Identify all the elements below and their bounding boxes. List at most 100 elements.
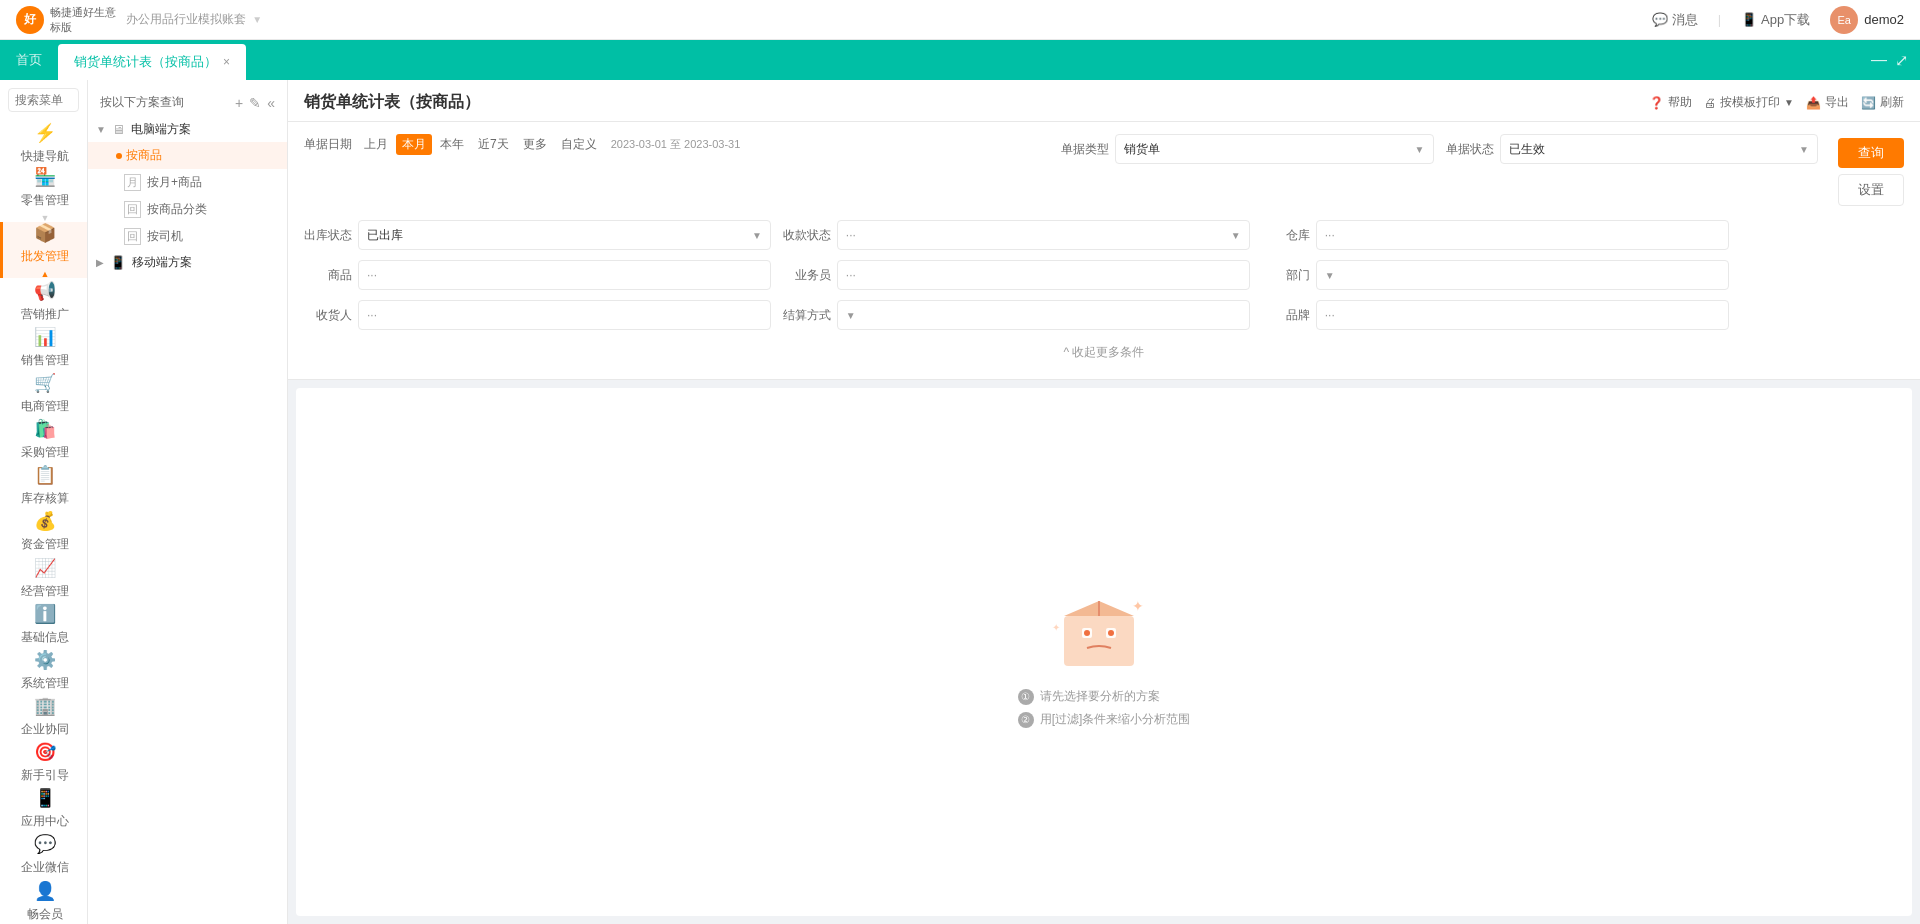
tab-close-icon[interactable]: × xyxy=(223,55,230,69)
sidebar-item-retail[interactable]: 🏪 零售管理 ▼ xyxy=(0,166,87,222)
empty-tip-2: ② 用[过滤]条件来缩小分析范围 xyxy=(1018,711,1191,728)
scheme-item-by-printer[interactable]: 回 按司机 xyxy=(88,223,287,250)
sidebar-item-system[interactable]: ⚙️ 系统管理 xyxy=(0,647,87,693)
product-control[interactable]: ··· xyxy=(358,260,771,290)
sidebar-item-basic[interactable]: ℹ️ 基础信息 xyxy=(0,601,87,647)
export-action[interactable]: 📤 导出 xyxy=(1806,94,1849,111)
logo-text-area: 畅捷通好生意 标版 xyxy=(50,5,116,34)
scheme-item-by-month-product[interactable]: 月 按月+商品 xyxy=(88,169,287,196)
content-area: 按以下方案查询 + ✎ « ▼ 🖥 电脑端方案 按商品 月 xyxy=(88,80,1920,924)
sidebar-item-wholesale[interactable]: 📦 批发管理 ▲ xyxy=(0,222,87,278)
user-area[interactable]: Ea demo2 xyxy=(1830,6,1904,34)
help-action[interactable]: ❓ 帮助 xyxy=(1649,94,1692,111)
receiver-value: ··· xyxy=(367,308,377,322)
printer-icon: 回 xyxy=(124,228,141,245)
pc-group-icon: 🖥 xyxy=(112,122,125,137)
settlement-control[interactable]: ▼ xyxy=(837,300,1250,330)
sidebar-item-finance[interactable]: 💰 资金管理 xyxy=(0,509,87,555)
receiptstatus-arrow: ▼ xyxy=(1231,230,1241,241)
sidebar-item-operations[interactable]: 📈 经营管理 xyxy=(0,555,87,601)
filter-salesman-item: 业务员 ··· xyxy=(783,260,1262,290)
scheme-add-btn[interactable]: + xyxy=(235,95,243,111)
date-tab-this-month[interactable]: 本月 xyxy=(396,134,432,155)
doctype-control[interactable]: 销货单 ▼ xyxy=(1115,134,1434,164)
doctype-arrow: ▼ xyxy=(1415,144,1425,155)
sidebar-item-marketing[interactable]: 📢 营销推广 xyxy=(0,278,87,324)
brand-control[interactable]: ··· xyxy=(1316,300,1729,330)
sidebar-search-area xyxy=(0,80,87,120)
scheme-panel: 按以下方案查询 + ✎ « ▼ 🖥 电脑端方案 按商品 月 xyxy=(88,80,288,924)
filter-row-1: 单据日期 上月 本月 本年 近7天 更多 自定义 2023-03-01 至 20… xyxy=(304,134,1904,210)
top-bar-left: 好 畅捷通好生意 标版 办公用品行业模拟账套 ▼ xyxy=(16,5,262,34)
app-name[interactable]: 办公用品行业模拟账套 ▼ xyxy=(126,11,262,28)
ecommerce-icon: 🛒 xyxy=(34,372,56,394)
tab-active[interactable]: 销货单统计表（按商品） × xyxy=(58,44,246,80)
month-icon: 月 xyxy=(124,174,141,191)
scheme-item-by-category[interactable]: 回 按商品分类 xyxy=(88,196,287,223)
scheme-edit-btn[interactable]: ✎ xyxy=(249,95,261,111)
member-icon: 👤 xyxy=(34,880,56,902)
docstatus-control[interactable]: 已生效 ▼ xyxy=(1500,134,1819,164)
sidebar-item-appcenter[interactable]: 📱 应用中心 xyxy=(0,786,87,832)
department-label: 部门 xyxy=(1262,267,1310,284)
department-control[interactable]: ▼ xyxy=(1316,260,1729,290)
refresh-action[interactable]: 🔄 刷新 xyxy=(1861,94,1904,111)
tab-home[interactable]: 首页 xyxy=(0,40,58,80)
date-tab-custom[interactable]: 自定义 xyxy=(555,134,603,155)
date-tab-this-year[interactable]: 本年 xyxy=(434,134,470,155)
sidebar-item-sales[interactable]: 📊 销售管理 xyxy=(0,324,87,370)
retail-icon: 🏪 xyxy=(34,166,56,188)
sidebar-item-member[interactable]: 👤 畅会员 xyxy=(0,878,87,924)
top-bar: 好 畅捷通好生意 标版 办公用品行业模拟账套 ▼ 💬 消息 | 📱 App下载 … xyxy=(0,0,1920,40)
inventory-icon: 📋 xyxy=(34,464,56,486)
scheme-item-by-product[interactable]: 按商品 xyxy=(88,142,287,169)
pc-scheme-group-header[interactable]: ▼ 🖥 电脑端方案 xyxy=(88,117,287,142)
tab-bar-right: — ⤢ xyxy=(1871,51,1920,70)
date-filter-control: 上月 本月 本年 近7天 更多 自定义 2023-03-01 至 2023-03… xyxy=(358,134,740,155)
search-input[interactable] xyxy=(8,88,79,112)
docstatus-label: 单据状态 xyxy=(1446,141,1494,158)
empty-svg: ✦ ✦ xyxy=(1044,576,1164,676)
date-tab-7days[interactable]: 近7天 xyxy=(472,134,515,155)
filter-outstatus-item: 出库状态 已出库 ▼ xyxy=(304,220,783,250)
refresh-icon: 🔄 xyxy=(1861,96,1876,110)
tab-maximize-btn[interactable]: ⤢ xyxy=(1895,51,1908,70)
filter-warehouse-item: 仓库 ··· xyxy=(1262,220,1741,250)
date-tab-last-month[interactable]: 上月 xyxy=(358,134,394,155)
print-action[interactable]: 🖨 按模板打印 ▼ xyxy=(1704,94,1794,111)
scheme-collapse-btn[interactable]: « xyxy=(267,95,275,111)
query-button[interactable]: 查询 xyxy=(1838,138,1904,168)
user-name: demo2 xyxy=(1864,12,1904,27)
salesman-control[interactable]: ··· xyxy=(837,260,1250,290)
outstatus-control[interactable]: 已出库 ▼ xyxy=(358,220,771,250)
sidebar-item-wechat[interactable]: 💬 企业微信 xyxy=(0,832,87,878)
settings-button[interactable]: 设置 xyxy=(1838,174,1904,206)
receiptstatus-control[interactable]: ··· ▼ xyxy=(837,220,1250,250)
filter-area: 单据日期 上月 本月 本年 近7天 更多 自定义 2023-03-01 至 20… xyxy=(288,122,1920,380)
print-icon: 🖨 xyxy=(1704,96,1716,110)
warehouse-control[interactable]: ··· xyxy=(1316,220,1729,250)
tab-minimize-btn[interactable]: — xyxy=(1871,51,1887,69)
receiptstatus-value: ··· xyxy=(846,228,1227,242)
sidebar-item-ecommerce[interactable]: 🛒 电商管理 xyxy=(0,370,87,416)
collapse-more-btn[interactable]: ^ 收起更多条件 xyxy=(304,338,1904,367)
sidebar-item-newbie[interactable]: 🎯 新手引导 xyxy=(0,740,87,786)
sidebar-item-purchase[interactable]: 🛍️ 采购管理 xyxy=(0,417,87,463)
sidebar-item-enterprise[interactable]: 🏢 企业协同 xyxy=(0,693,87,739)
date-tab-more[interactable]: 更多 xyxy=(517,134,553,155)
svg-rect-0 xyxy=(1064,616,1134,666)
receiver-control[interactable]: ··· xyxy=(358,300,771,330)
sidebar-item-quick-nav[interactable]: ⚡ 快捷导航 xyxy=(0,120,87,166)
filter-row-3: 商品 ··· 业务员 ··· 部门 ▼ xyxy=(304,260,1904,290)
filter-row-2: 出库状态 已出库 ▼ 收款状态 ··· ▼ 仓库 xyxy=(304,220,1904,250)
svg-text:✦: ✦ xyxy=(1052,622,1060,633)
filter-department-item: 部门 ▼ xyxy=(1262,260,1741,290)
filter-brand-item: 品牌 ··· xyxy=(1262,300,1741,330)
message-nav-item[interactable]: 💬 消息 xyxy=(1652,11,1698,29)
scheme-panel-header: 按以下方案查询 + ✎ « xyxy=(88,88,287,117)
empty-tip-list: ① 请先选择要分析的方案 ② 用[过滤]条件来缩小分析范围 xyxy=(1018,688,1191,728)
mobile-scheme-group[interactable]: ▶ 📱 移动端方案 xyxy=(88,250,287,275)
app-download-nav-item[interactable]: 📱 App下载 xyxy=(1741,11,1810,29)
sidebar-item-inventory[interactable]: 📋 库存核算 xyxy=(0,463,87,509)
date-tabs: 上月 本月 本年 近7天 更多 自定义 xyxy=(358,134,603,155)
